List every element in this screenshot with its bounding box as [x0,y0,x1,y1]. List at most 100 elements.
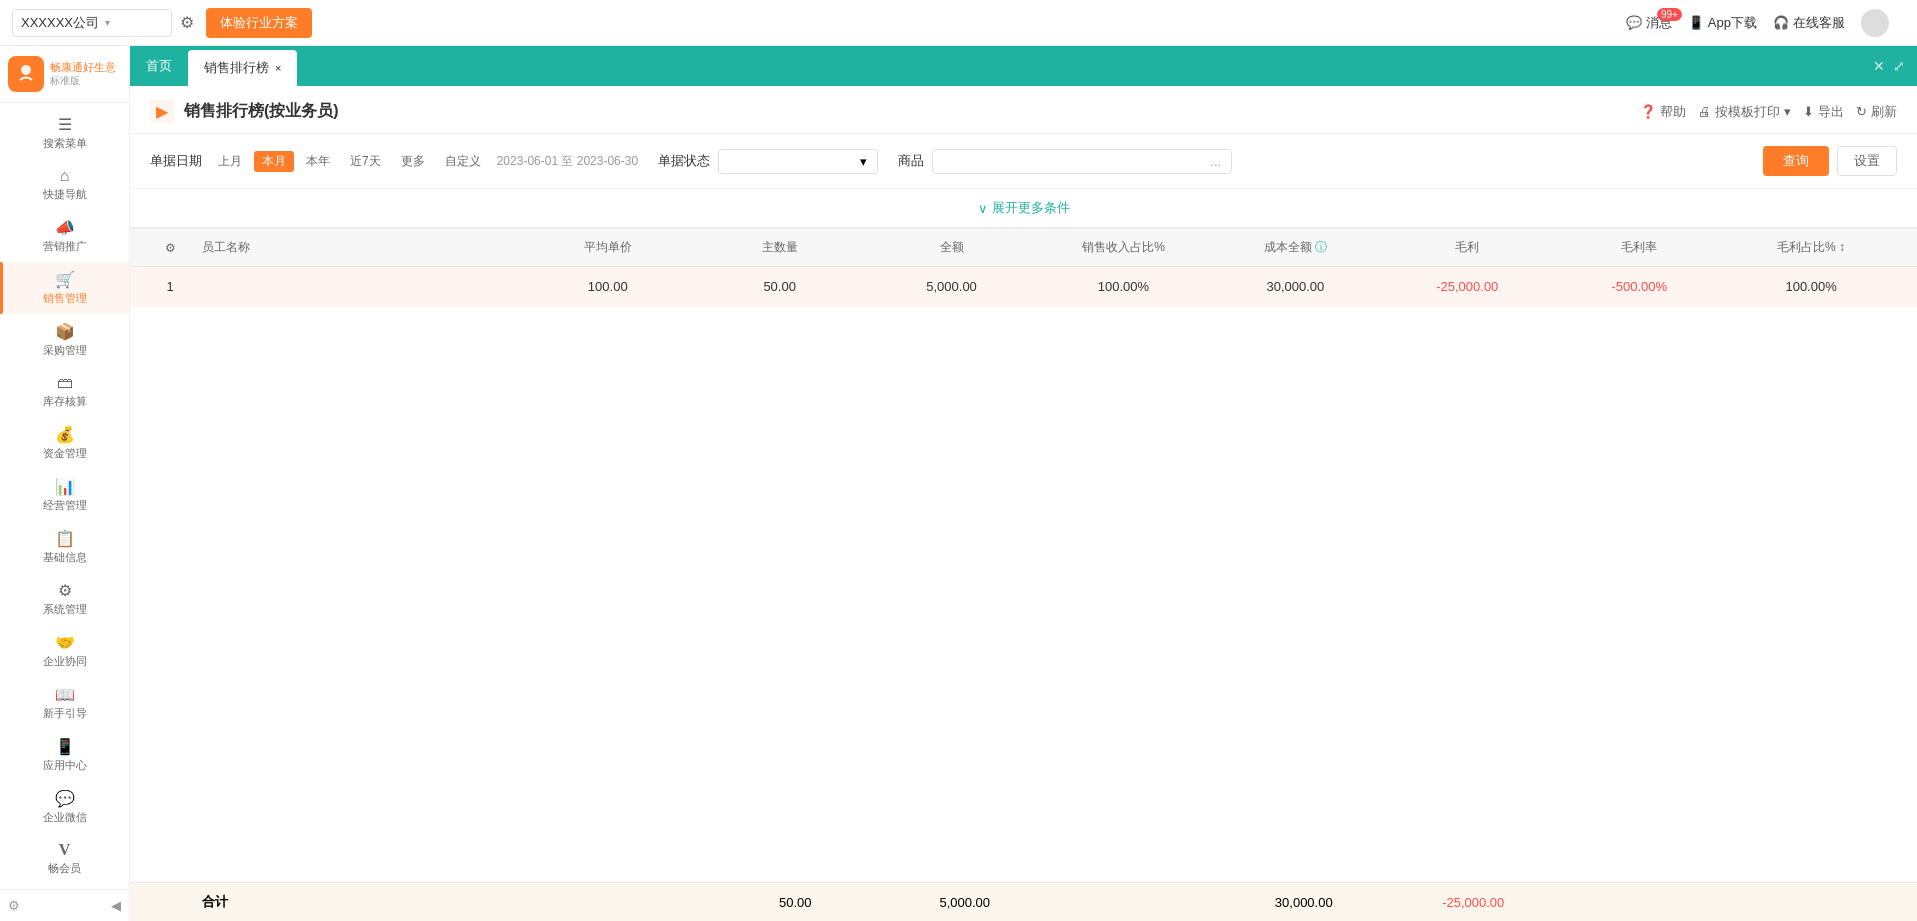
sidebar-item-marketing[interactable]: 📣 营销推广 [0,210,129,262]
td-avg-price: 100.00 [522,267,694,306]
date-opt-last-month[interactable]: 上月 [210,151,250,172]
app-download-label: App下载 [1708,14,1757,32]
sidebar-item-member[interactable]: V 畅会员 [0,833,129,884]
status-filter: 单据状态 ▾ [658,149,878,174]
sidebar-item-collab[interactable]: 🤝 企业协同 [0,625,129,677]
logo-area: 畅康通好生意 标准版 [0,46,129,103]
sidebar-item-wechat[interactable]: 💬 企业微信 [0,781,129,833]
th-amount: 全额 [866,229,1038,266]
goods-input[interactable]: ... [932,149,1232,174]
app-download-button[interactable]: 📱 App下载 [1688,14,1757,32]
sidebar-item-search[interactable]: ☰ 搜索菜单 [0,107,129,159]
system-icon: ⚙ [58,581,72,600]
collab-label: 企业协同 [43,654,87,669]
status-select[interactable]: ▾ [718,149,878,174]
expand-filters-button[interactable]: ∨ 展开更多条件 [978,199,1070,217]
top-bar: XXXXXX公司 ▾ ⚙ 体验行业方案 💬 消息 99+ 📱 App下载 🎧 在… [0,0,1917,46]
tab-close-icon[interactable]: × [275,62,281,74]
page-title: 销售排行榜(按业务员) [184,101,339,122]
td-sales-pct: 100.00% [1038,267,1210,306]
th-sales-pct: 销售收入占比% [1038,229,1210,266]
sidebar-item-system[interactable]: ⚙ 系统管理 [0,573,129,625]
inventory-icon: 🗃 [57,374,73,392]
date-options: 上月 本月 本年 近7天 更多 自定义 [210,151,489,172]
td-name [190,275,522,299]
message-icon: 💬 [1626,15,1642,30]
tab-close-button[interactable]: ✕ [1873,58,1885,74]
export-label: 导出 [1818,103,1844,121]
marketing-icon: 📣 [55,218,75,237]
basics-label: 基础信息 [43,550,87,565]
date-opt-custom[interactable]: 自定义 [437,151,489,172]
page-actions: ❓ 帮助 🖨 按模板打印 ▾ ⬇ 导出 ↻ [1640,103,1897,121]
table-area: ⚙ 员工名称 平均单价 主数量 全额 销售收入占比% 成本全额 ⓘ 毛利 毛利率… [130,228,1917,921]
print-icon: 🖨 [1698,104,1711,119]
print-template-button[interactable]: 🖨 按模板打印 ▾ [1698,103,1791,121]
page-header: ▶ 销售排行榜(按业务员) ❓ 帮助 🖨 按模板打印 ▾ [130,86,1917,134]
tab-sales-ranking-label: 销售排行榜 [204,59,269,77]
settings-button[interactable]: 设置 [1837,146,1897,176]
sidebar-item-operations[interactable]: 📊 经营管理 [0,469,129,521]
date-opt-7days[interactable]: 近7天 [342,151,389,172]
date-opt-more[interactable]: 更多 [393,151,433,172]
guide-label: 新手引导 [43,706,87,721]
company-selector[interactable]: XXXXXX公司 ▾ [12,9,172,37]
th-settings[interactable]: ⚙ [150,231,190,265]
system-label: 系统管理 [43,602,87,617]
sidebar-item-shortcuts[interactable]: ⌂ 快捷导航 [0,159,129,210]
company-name: XXXXXX公司 [21,14,99,32]
topbar-settings-icon[interactable]: ⚙ [180,13,194,32]
back-icon[interactable]: ▶ [150,100,174,123]
sidebar-item-purchase[interactable]: 📦 采购管理 [0,314,129,366]
tab-sales-ranking[interactable]: 销售排行榜 × [188,50,297,86]
help-button[interactable]: ❓ 帮助 [1640,103,1686,121]
sidebar-item-finance[interactable]: 💰 资金管理 [0,417,129,469]
logo-subtitle: 标准版 [50,74,116,88]
finance-icon: 💰 [55,425,75,444]
main-content: ▶ 销售排行榜(按业务员) ❓ 帮助 🖨 按模板打印 ▾ [130,86,1917,921]
online-service-button[interactable]: 🎧 在线客服 [1773,14,1845,32]
message-badge: 99+ [1657,8,1682,21]
date-opt-this-year[interactable]: 本年 [298,151,338,172]
table-footer: 合计 50.00 5,000.00 30,000.00 -25,000.00 [130,882,1917,921]
th-cost: 成本全额 ⓘ [1209,229,1381,266]
export-button[interactable]: ⬇ 导出 [1803,103,1844,121]
shortcuts-label: 快捷导航 [43,187,87,202]
expand-label: 展开更多条件 [992,199,1070,217]
date-opt-this-month[interactable]: 本月 [254,151,294,172]
sidebar-item-apps[interactable]: 📱 应用中心 [0,729,129,781]
help-label: 帮助 [1660,103,1686,121]
chevron-down-icon: ▾ [105,17,110,28]
user-avatar[interactable] [1861,9,1889,37]
message-button[interactable]: 💬 消息 99+ [1626,14,1672,32]
sidebar-item-sales[interactable]: 🛒 销售管理 [0,262,129,314]
trial-button[interactable]: 体验行业方案 [206,8,312,38]
sidebar-settings-icon[interactable]: ⚙ [8,898,20,913]
table-body: 1 100.00 50.00 5,000.00 100.00% 30,000.0… [130,267,1917,882]
sidebar: 畅康通好生意 标准版 ☰ 搜索菜单 ⌂ 快捷导航 📣 营销推广 [0,46,130,921]
chevron-down-expand-icon: ∨ [978,201,988,216]
search-menu-icon: ☰ [58,115,72,134]
td-rank: 1 [150,267,190,306]
sidebar-collapse-icon[interactable]: ◀ [111,898,121,913]
footer-gross: -25,000.00 [1389,895,1559,910]
sidebar-bottom: ⚙ ◀ [0,889,129,921]
date-filter: 单据日期 上月 本月 本年 近7天 更多 自定义 2023-06-01 至 20… [150,151,638,172]
phone-icon: 📱 [1688,15,1704,30]
sidebar-item-guide[interactable]: 📖 新手引导 [0,677,129,729]
wechat-label: 企业微信 [43,810,87,825]
refresh-button[interactable]: ↻ 刷新 [1856,103,1897,121]
sales-label: 销售管理 [43,291,87,306]
sidebar-item-inventory[interactable]: 🗃 库存核算 [0,366,129,417]
status-label: 单据状态 [658,152,710,170]
th-avg-price: 平均单价 [522,229,694,266]
sidebar-item-basics[interactable]: 📋 基础信息 [0,521,129,573]
tab-home[interactable]: 首页 [130,46,188,86]
content-area: 首页 销售排行榜 × ✕ ⤢ ▶ 销售排行榜(按业务员) [130,46,1917,921]
date-range-display: 2023-06-01 至 2023-06-30 [497,153,638,170]
tab-maximize-button[interactable]: ⤢ [1893,58,1905,74]
goods-more-icon: ... [1210,154,1221,169]
filter-row-1: 单据日期 上月 本月 本年 近7天 更多 自定义 2023-06-01 至 20… [150,146,1897,176]
tab-right-controls: ✕ ⤢ [1873,46,1917,86]
query-button[interactable]: 查询 [1763,146,1829,176]
